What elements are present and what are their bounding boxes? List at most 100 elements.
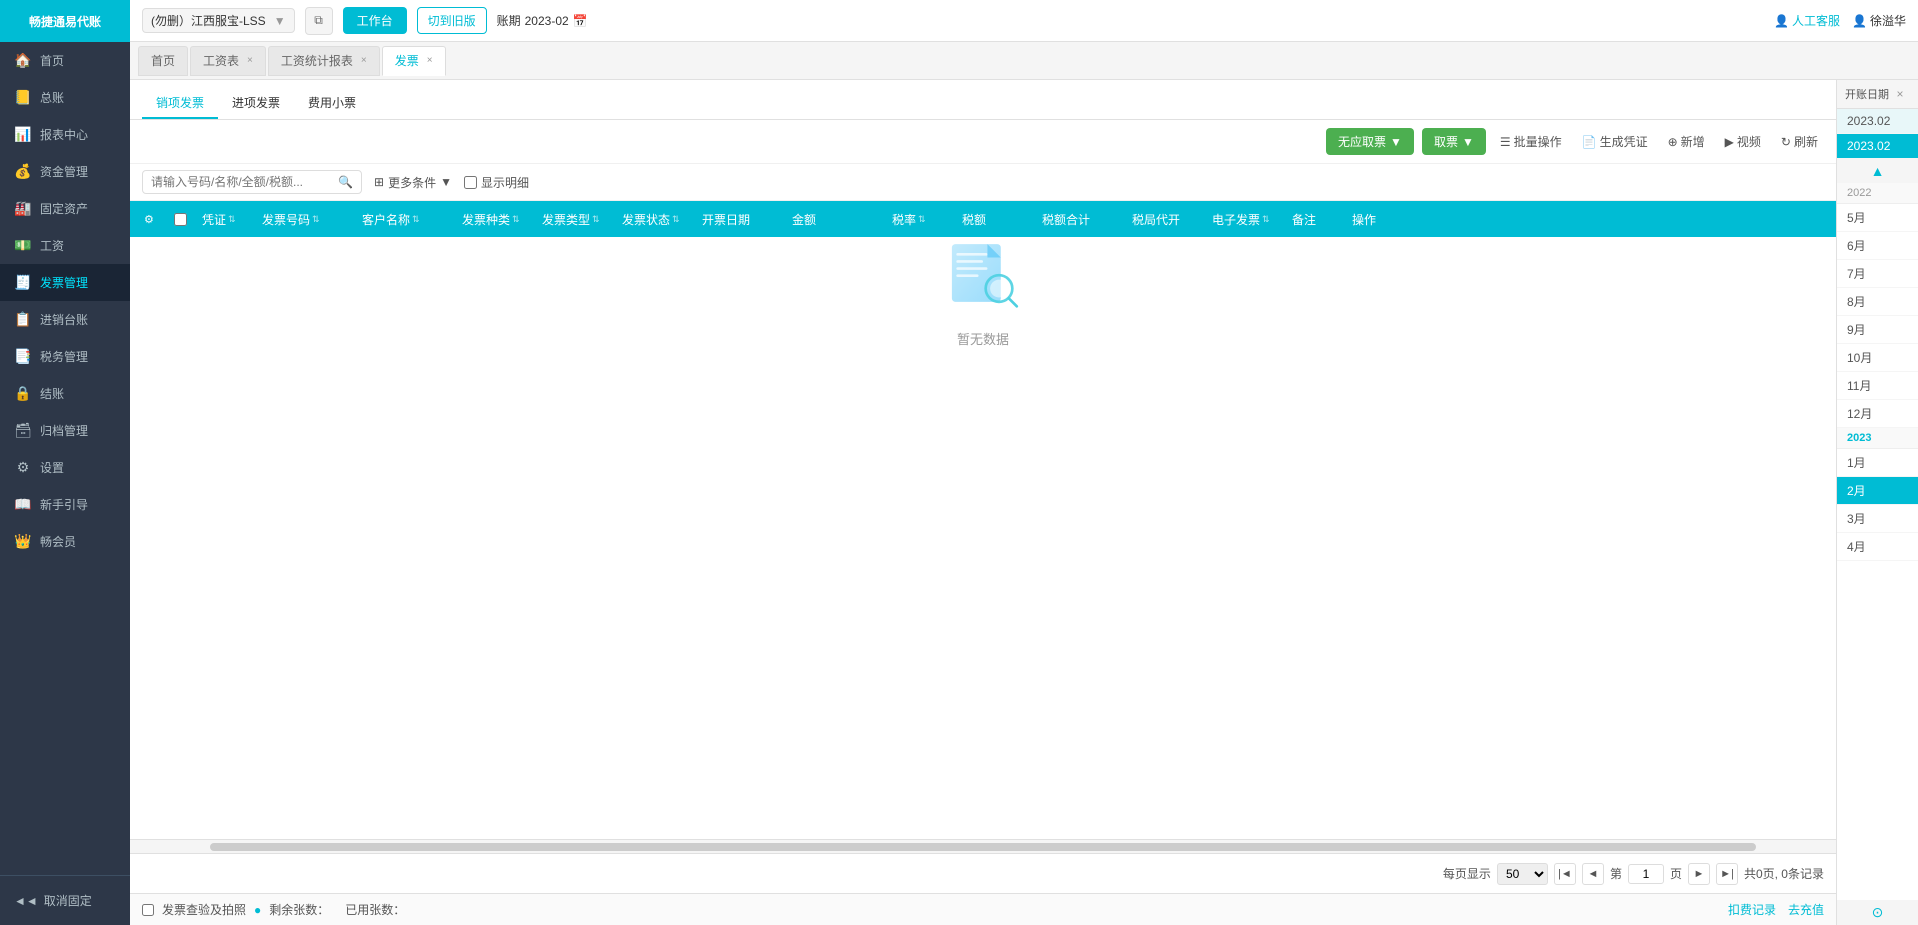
batch-ops-icon: ☰ xyxy=(1500,135,1511,149)
invoice-verify-checkbox[interactable] xyxy=(142,904,154,916)
period-item-12[interactable]: 12月 xyxy=(1837,400,1918,428)
table-header: ⚙ 凭证 ⇅ 发票号码 ⇅ 客户名称 ⇅ 发票种类 ⇅ xyxy=(130,201,1836,237)
home-icon: 🏠 xyxy=(14,52,32,69)
period-nav-down[interactable]: ⊙ xyxy=(1837,900,1918,925)
main-area: (勿删）江西服宝-LSS ▼ ⧉ 工作台 切到旧版 账期 2023-02 📅 👤… xyxy=(130,0,1918,925)
sidebar-item-reports[interactable]: 📊 报表中心 xyxy=(0,116,130,153)
user-service-btn[interactable]: 👤 人工客服 xyxy=(1774,12,1840,29)
sidebar-item-tax[interactable]: 📑 税务管理 xyxy=(0,338,130,375)
workbench-button[interactable]: 工作台 xyxy=(343,7,407,34)
sub-tab-purchase[interactable]: 进项发票 xyxy=(218,88,294,119)
service-icon: 👤 xyxy=(1774,14,1789,28)
sub-tab-expense[interactable]: 费用小票 xyxy=(294,88,370,119)
period-item-11[interactable]: 11月 xyxy=(1837,372,1918,400)
period-scroll-icon: ⊙ xyxy=(1872,904,1884,921)
sidebar-item-guide[interactable]: 📖 新手引导 xyxy=(0,486,130,523)
batch-ops-btn[interactable]: ☰ 批量操作 xyxy=(1494,129,1568,154)
period-item-2023-1[interactable]: 1月 xyxy=(1837,449,1918,477)
more-conditions-btn[interactable]: ⊞ 更多条件 ▼ xyxy=(374,174,452,191)
bottom-bar: 发票查验及拍照 ● 剩余张数： 已用张数： 扣费记录 去充值 xyxy=(130,893,1836,925)
sidebar: 畅捷通易代账 🏠 首页 📒 总账 📊 报表中心 💰 资金管理 🏭 固定资产 💵 … xyxy=(0,0,130,925)
tab-home[interactable]: 首页 xyxy=(138,46,188,76)
tab-payroll-close[interactable]: × xyxy=(247,55,253,66)
th-amount: 金额 xyxy=(786,211,886,228)
sidebar-item-ledger[interactable]: 📒 总账 xyxy=(0,79,130,116)
more-conditions-arrow: ▼ xyxy=(440,175,452,189)
th-open-date: 开票日期 xyxy=(696,211,786,228)
tab-payroll-stats-close[interactable]: × xyxy=(361,55,367,66)
sidebar-item-sales[interactable]: 📋 进销台账 xyxy=(0,301,130,338)
sidebar-item-member[interactable]: 👑 畅会员 xyxy=(0,523,130,560)
period-item-2023-3[interactable]: 3月 xyxy=(1837,505,1918,533)
sub-tab-sales[interactable]: 销项发票 xyxy=(142,88,218,119)
period-item-2023-2[interactable]: 2月 xyxy=(1837,477,1918,505)
period-label: 账期 xyxy=(497,12,521,29)
period-panel-close-btn[interactable]: × xyxy=(1890,84,1910,104)
th-settings[interactable]: ⚙ xyxy=(138,213,168,226)
period-item-8[interactable]: 8月 xyxy=(1837,288,1918,316)
th-action: 操作 xyxy=(1346,211,1396,228)
tab-payroll-stats[interactable]: 工资统计报表 × xyxy=(268,46,380,76)
tab-invoice[interactable]: 发票 × xyxy=(382,46,446,76)
show-detail-checkbox-label[interactable]: 显示明细 xyxy=(464,174,529,191)
sort-invoice-cat-icon: ⇅ xyxy=(592,214,600,225)
username-display[interactable]: 👤 徐溢华 xyxy=(1852,12,1906,29)
sidebar-label-archive: 归档管理 xyxy=(40,422,88,439)
fee-record-link[interactable]: 扣费记录 xyxy=(1728,901,1776,918)
used-label: 已用张数： xyxy=(345,901,405,918)
first-page-btn[interactable]: |◄ xyxy=(1554,863,1576,885)
take-invoice-btn[interactable]: 取票 ▼ xyxy=(1422,128,1486,155)
gen-voucher-icon: 📄 xyxy=(1582,135,1597,149)
sidebar-item-close[interactable]: 🔒 结账 xyxy=(0,375,130,412)
sidebar-item-home[interactable]: 🏠 首页 xyxy=(0,42,130,79)
sidebar-item-funds[interactable]: 💰 资金管理 xyxy=(0,153,130,190)
period-item-7[interactable]: 7月 xyxy=(1837,260,1918,288)
period-nav-up[interactable]: ▲ xyxy=(1837,159,1918,183)
new-btn[interactable]: ⊕ 新增 xyxy=(1662,129,1711,154)
last-page-btn[interactable]: ►| xyxy=(1716,863,1738,885)
th-invoice-cat: 发票类型 ⇅ xyxy=(536,211,616,228)
sort-voucher-icon: ⇅ xyxy=(228,214,236,225)
filter-icon: ⊞ xyxy=(374,175,384,189)
invoice-icon: 🧾 xyxy=(14,274,32,291)
page-number-input[interactable] xyxy=(1628,864,1664,884)
sidebar-item-invoice[interactable]: 🧾 发票管理 xyxy=(0,264,130,301)
sidebar-item-payroll[interactable]: 💵 工资 xyxy=(0,227,130,264)
period-item-6[interactable]: 6月 xyxy=(1837,232,1918,260)
switch-version-button[interactable]: 切到旧版 xyxy=(417,7,487,34)
tab-payroll[interactable]: 工资表 × xyxy=(190,46,266,76)
sidebar-item-fixed[interactable]: 🏭 固定资产 xyxy=(0,190,130,227)
page-size-select[interactable]: 10 20 50 100 xyxy=(1497,863,1548,885)
th-check[interactable] xyxy=(168,213,196,226)
horizontal-scrollbar[interactable] xyxy=(130,839,1836,853)
search-input[interactable] xyxy=(151,175,334,189)
copy-btn[interactable]: ⧉ xyxy=(305,7,333,35)
refresh-btn[interactable]: ↻ 刷新 xyxy=(1775,129,1824,154)
period-item-2023-02-2[interactable]: 2023.02 xyxy=(1837,134,1918,159)
sidebar-item-archive[interactable]: 🗃 归档管理 xyxy=(0,412,130,449)
company-selector[interactable]: (勿删）江西服宝-LSS ▼ xyxy=(142,8,295,33)
period-item-2023-02-1[interactable]: 2023.02 xyxy=(1837,109,1918,134)
gen-voucher-btn[interactable]: 📄 生成凭证 xyxy=(1576,129,1654,154)
period-item-10[interactable]: 10月 xyxy=(1837,344,1918,372)
batch-ops-label: 批量操作 xyxy=(1514,133,1562,150)
prev-page-btn[interactable]: ◄ xyxy=(1582,863,1604,885)
buy-link[interactable]: 去充值 xyxy=(1788,901,1824,918)
video-btn[interactable]: ▶ 视频 xyxy=(1719,129,1767,154)
period-display: 账期 2023-02 📅 xyxy=(497,12,588,29)
period-item-2023-4[interactable]: 4月 xyxy=(1837,533,1918,561)
next-page-btn[interactable]: ► xyxy=(1688,863,1710,885)
period-item-5[interactable]: 5月 xyxy=(1837,204,1918,232)
show-detail-checkbox[interactable] xyxy=(464,176,477,189)
filter-row: 🔍 ⊞ 更多条件 ▼ 显示明细 xyxy=(130,164,1836,201)
sidebar-item-settings[interactable]: ⚙ 设置 xyxy=(0,449,130,486)
no-tax-btn[interactable]: 无应取票 ▼ xyxy=(1326,128,1414,155)
tab-invoice-close[interactable]: × xyxy=(427,55,433,66)
search-box: 🔍 xyxy=(142,170,362,194)
sidebar-label-home: 首页 xyxy=(40,52,64,69)
check-all-checkbox[interactable] xyxy=(174,213,187,226)
period-item-9[interactable]: 9月 xyxy=(1837,316,1918,344)
tab-payroll-stats-label: 工资统计报表 xyxy=(281,52,353,69)
sidebar-label-member: 畅会员 xyxy=(40,533,76,550)
sidebar-collapse-btn[interactable]: ◄◄ 取消固定 xyxy=(0,884,130,917)
